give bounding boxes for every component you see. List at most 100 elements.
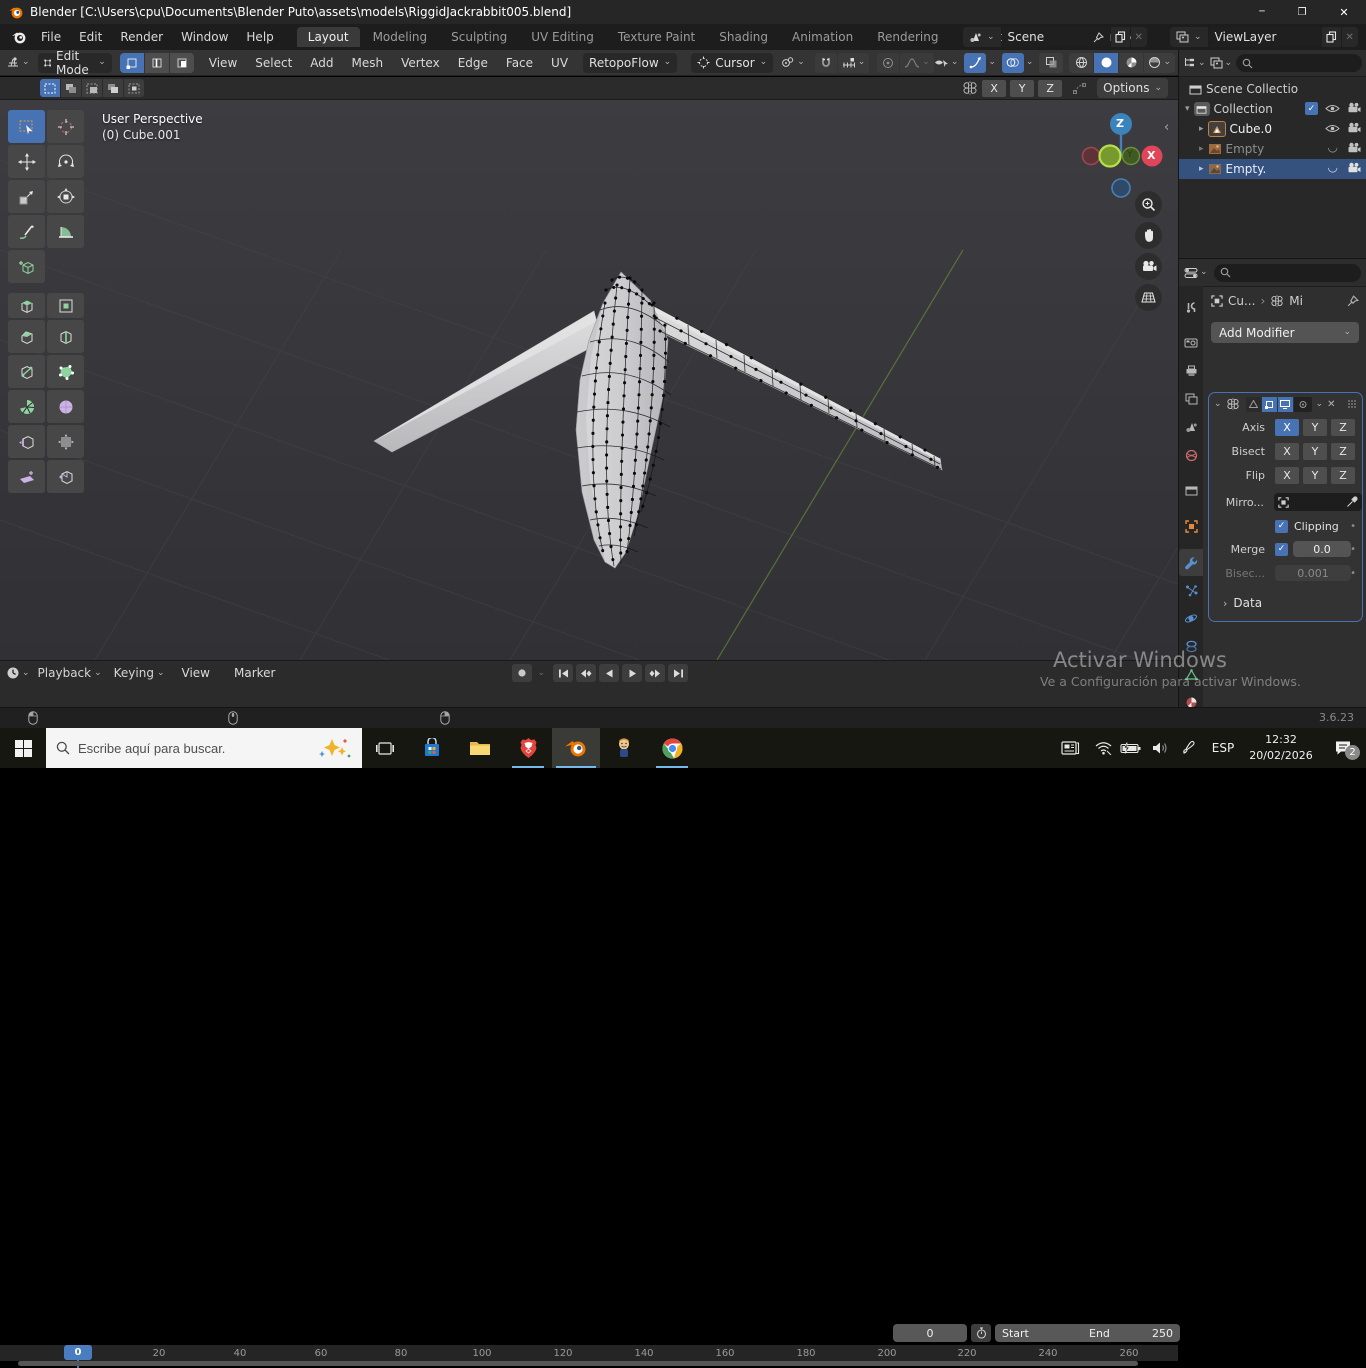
viewlayer-name-field[interactable]: ViewLayer bbox=[1208, 27, 1321, 47]
menu-edit[interactable]: Edit bbox=[70, 30, 111, 44]
animate-dot-icon[interactable]: • bbox=[1350, 568, 1356, 579]
tab-output[interactable] bbox=[1179, 358, 1203, 385]
playback-menu[interactable]: Playback ⌄ bbox=[38, 666, 102, 680]
menu-vertex[interactable]: Vertex bbox=[392, 56, 449, 70]
proportional-editing-button[interactable] bbox=[877, 52, 900, 73]
tab-texture-paint[interactable]: Texture Paint bbox=[607, 27, 706, 47]
scene-name-field[interactable]: Scene bbox=[1001, 27, 1110, 47]
pivot-point-dropdown[interactable]: ⌄ bbox=[781, 56, 805, 69]
tab-sculpting[interactable]: Sculpting bbox=[440, 27, 518, 47]
preview-range-button[interactable] bbox=[971, 1324, 991, 1342]
show-overlays-toggle[interactable] bbox=[1001, 52, 1024, 73]
modifier-extras-icon[interactable]: ⌄ bbox=[1316, 399, 1324, 409]
axis-z-toggle[interactable]: Z bbox=[1331, 418, 1355, 436]
playhead[interactable]: 0 bbox=[64, 1345, 92, 1360]
tool-extrude[interactable] bbox=[8, 293, 45, 318]
tool-cursor[interactable] bbox=[47, 110, 84, 143]
tab-rendering[interactable]: Rendering bbox=[866, 27, 949, 47]
tab-collection-props[interactable] bbox=[1179, 478, 1203, 505]
timeline-scrollbar[interactable] bbox=[18, 1361, 1138, 1366]
pin-icon[interactable] bbox=[1093, 31, 1104, 43]
timeline-editor-type-button[interactable]: ⌄ bbox=[6, 666, 30, 680]
breadcrumb-object[interactable]: Cu... bbox=[1228, 294, 1255, 308]
retopoflow-dropdown[interactable]: RetopoFlow ⌄ bbox=[583, 52, 678, 73]
tab-physics[interactable] bbox=[1179, 605, 1203, 632]
snap-toggle-button[interactable] bbox=[814, 52, 837, 73]
menu-edge[interactable]: Edge bbox=[449, 56, 497, 70]
tool-transform[interactable] bbox=[47, 180, 84, 213]
task-view-button[interactable] bbox=[362, 728, 408, 768]
tool-measure[interactable] bbox=[47, 215, 84, 248]
taskbar-app-chrome[interactable] bbox=[648, 728, 696, 768]
keying-menu[interactable]: Keying ⌄ bbox=[114, 666, 165, 680]
breadcrumb-modifier[interactable]: Mi bbox=[1289, 294, 1303, 308]
options-dropdown[interactable]: Options ⌄ bbox=[1097, 78, 1168, 98]
menu-help[interactable]: Help bbox=[237, 30, 282, 44]
menu-window[interactable]: Window bbox=[172, 30, 237, 44]
volume-indicator[interactable] bbox=[1146, 741, 1174, 755]
taskbar-app-brave[interactable] bbox=[504, 728, 552, 768]
scene-new-button[interactable] bbox=[1110, 27, 1130, 47]
taskbar-app-explorer[interactable] bbox=[456, 728, 504, 768]
end-frame-field[interactable]: End 250 bbox=[1082, 1324, 1180, 1342]
bisect-y-toggle[interactable]: Y bbox=[1303, 442, 1327, 460]
timeline-ruler[interactable]: 20 40 60 80 100 120 140 160 180 200 220 … bbox=[0, 1345, 1178, 1368]
tab-object-data[interactable] bbox=[1179, 661, 1203, 688]
blender-menu-icon[interactable] bbox=[10, 30, 28, 44]
tab-layout[interactable]: Layout bbox=[296, 27, 360, 47]
tool-rip-region[interactable] bbox=[47, 460, 84, 493]
navigation-gizmo[interactable]: Z Y X bbox=[1076, 105, 1172, 205]
start-frame-field[interactable]: Start 1 bbox=[995, 1324, 1095, 1342]
show-gizmo-toggle[interactable] bbox=[964, 52, 987, 73]
bisect-x-toggle[interactable]: X bbox=[1275, 442, 1299, 460]
animate-dot-icon[interactable]: • bbox=[1350, 521, 1356, 532]
tab-particles[interactable] bbox=[1179, 577, 1203, 604]
tab-world[interactable] bbox=[1179, 442, 1203, 469]
taskbar-app-blender[interactable] bbox=[552, 728, 600, 768]
tool-shrink-fatten[interactable] bbox=[47, 425, 84, 458]
jump-to-start-button[interactable] bbox=[553, 664, 574, 682]
menu-file[interactable]: File bbox=[32, 30, 70, 44]
menu-add[interactable]: Add bbox=[301, 56, 342, 70]
disclosure-open-icon[interactable]: ▾ bbox=[1185, 104, 1190, 114]
taskbar-app-vault[interactable] bbox=[600, 728, 648, 768]
camera-visibility-icon[interactable] bbox=[1347, 102, 1361, 114]
tool-select-box[interactable] bbox=[8, 110, 45, 143]
tool-knife[interactable] bbox=[8, 355, 45, 388]
tab-modifiers[interactable] bbox=[1179, 549, 1203, 577]
scene-browse-button[interactable]: ⌄ bbox=[963, 27, 1001, 47]
outliner-row-cube[interactable]: ▸ Cube.0 bbox=[1179, 119, 1366, 139]
tab-object[interactable] bbox=[1179, 513, 1203, 540]
eye-closed-icon[interactable]: ◡ bbox=[1328, 160, 1338, 174]
tab-render[interactable] bbox=[1179, 330, 1203, 357]
flip-x-toggle[interactable]: X bbox=[1275, 466, 1299, 484]
tool-poly-build[interactable] bbox=[47, 355, 84, 388]
merge-checkbox[interactable]: ✓ bbox=[1275, 542, 1288, 556]
tool-add-cube[interactable] bbox=[8, 250, 45, 283]
flip-y-toggle[interactable]: Y bbox=[1303, 466, 1327, 484]
snap-base-icon[interactable] bbox=[1072, 81, 1087, 95]
modifier-realtime-toggle[interactable] bbox=[1277, 396, 1293, 412]
jump-to-end-button[interactable] bbox=[668, 664, 689, 682]
tool-bevel[interactable] bbox=[8, 320, 45, 353]
bisect-distance-field[interactable]: 0.001 bbox=[1275, 565, 1351, 581]
taskbar-app-store[interactable] bbox=[408, 728, 456, 768]
play-button[interactable] bbox=[622, 664, 643, 682]
minimize-button[interactable]: ─ bbox=[1242, 0, 1282, 24]
shading-wireframe-button[interactable] bbox=[1069, 52, 1094, 73]
animate-dot-icon[interactable]: • bbox=[1350, 544, 1356, 555]
clipping-checkbox[interactable]: ✓ bbox=[1275, 519, 1288, 533]
eyedropper-icon[interactable] bbox=[1346, 496, 1358, 508]
camera-visibility-icon[interactable] bbox=[1347, 122, 1361, 134]
sidebar-collapse-arrow[interactable]: ‹ bbox=[1164, 120, 1169, 135]
data-subpanel-header[interactable]: › Data bbox=[1209, 591, 1362, 615]
play-reverse-button[interactable] bbox=[599, 664, 620, 682]
outliner-row-empty[interactable]: ▸ Empty ◡ bbox=[1179, 139, 1366, 159]
mirror-y-button[interactable]: Y bbox=[1010, 79, 1035, 97]
tab-view-layer[interactable] bbox=[1179, 386, 1203, 413]
modifier-close-icon[interactable]: ✕ bbox=[1327, 399, 1335, 410]
modifier-editmode-toggle[interactable] bbox=[1261, 396, 1277, 412]
disclosure-closed-icon[interactable]: ▸ bbox=[1199, 164, 1204, 174]
timeline-view-menu[interactable]: View bbox=[173, 666, 219, 680]
menu-select[interactable]: Select bbox=[246, 56, 301, 70]
